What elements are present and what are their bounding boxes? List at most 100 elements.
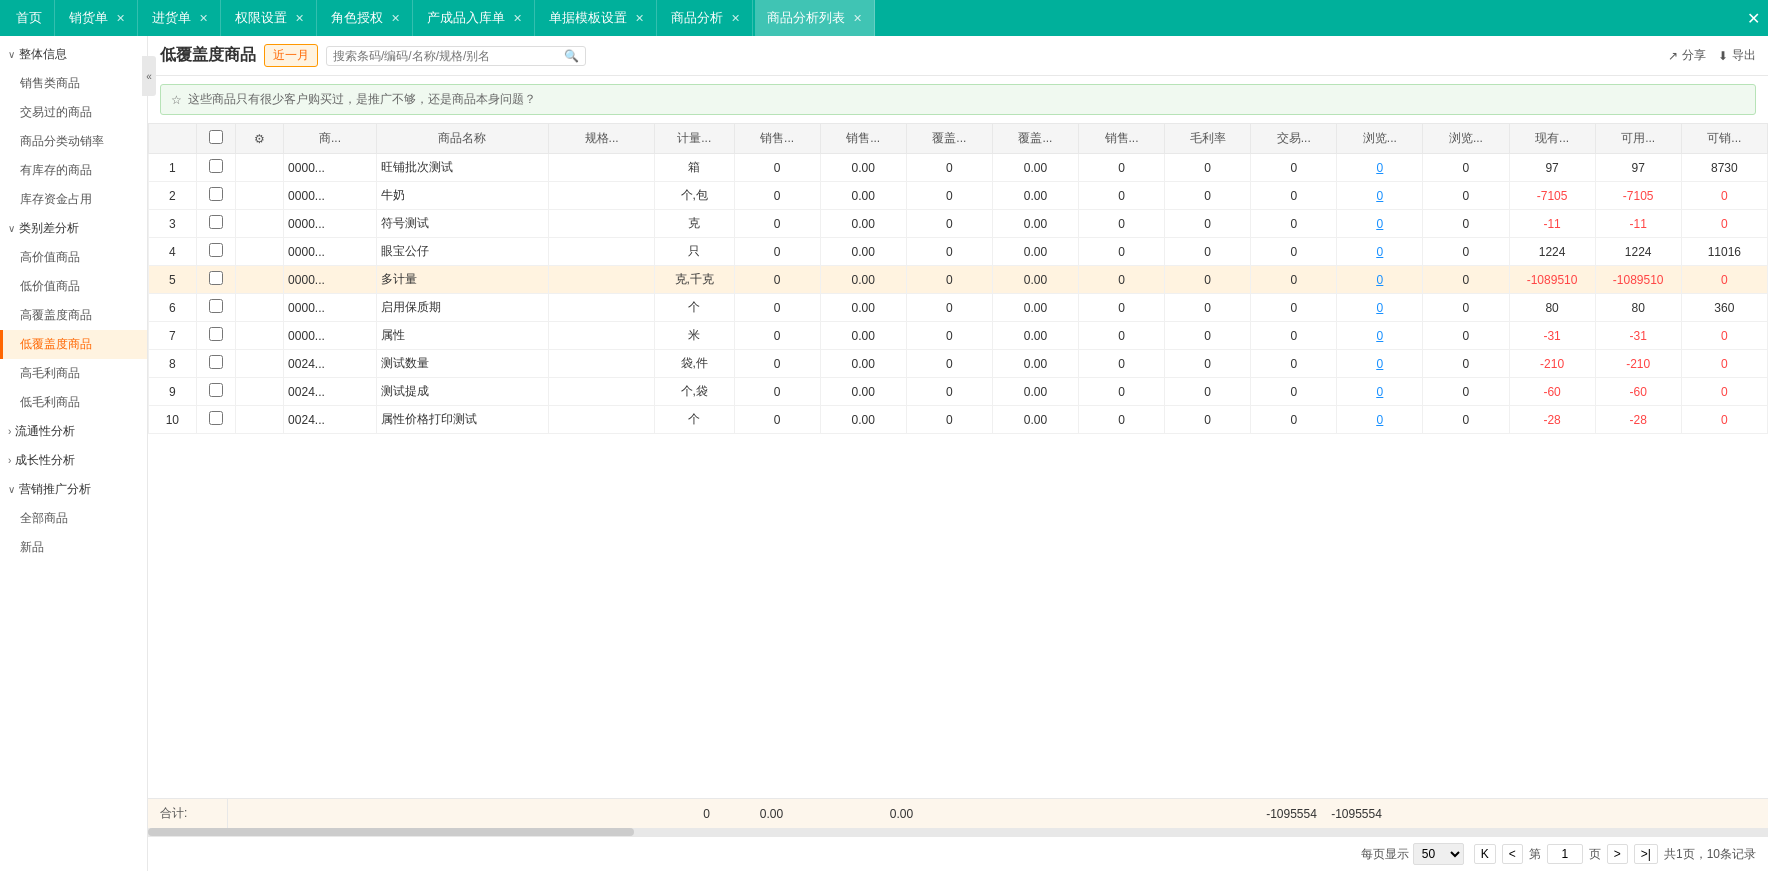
row-checkbox[interactable] bbox=[209, 215, 223, 229]
sidebar-item-all-goods[interactable]: 全部商品 bbox=[0, 504, 147, 533]
sidebar-item-high-profit[interactable]: 高毛利商品 bbox=[0, 359, 147, 388]
row-checkbox[interactable] bbox=[209, 187, 223, 201]
close-tab-permissions[interactable]: ✕ bbox=[295, 12, 304, 25]
col-cov1-header[interactable]: 覆盖... bbox=[906, 124, 992, 154]
sidebar-item-sales-rate[interactable]: 商品分类动销率 bbox=[0, 127, 147, 156]
col-checkbox[interactable] bbox=[196, 124, 236, 154]
cell-browse1[interactable]: 0 bbox=[1337, 350, 1423, 378]
col-trade-header[interactable]: 交易... bbox=[1251, 124, 1337, 154]
tab-templates[interactable]: 单据模板设置 ✕ bbox=[537, 0, 657, 36]
cell-browse1[interactable]: 0 bbox=[1337, 322, 1423, 350]
sidebar-item-high-coverage[interactable]: 高覆盖度商品 bbox=[0, 301, 147, 330]
row-checkbox[interactable] bbox=[209, 159, 223, 173]
row-checkbox[interactable] bbox=[209, 243, 223, 257]
cell-checkbox[interactable] bbox=[196, 406, 236, 434]
last-page-button[interactable]: >| bbox=[1634, 844, 1658, 864]
sidebar-section-category[interactable]: ∨ 类别差分析 bbox=[0, 214, 147, 243]
cell-browse1[interactable]: 0 bbox=[1337, 238, 1423, 266]
row-checkbox[interactable] bbox=[209, 299, 223, 313]
col-sales1-header[interactable]: 销售... bbox=[734, 124, 820, 154]
row-checkbox[interactable] bbox=[209, 411, 223, 425]
col-settings[interactable]: ⚙ bbox=[236, 124, 284, 154]
col-sales3-header[interactable]: 销售... bbox=[1078, 124, 1164, 154]
table-body: 1 0000... 旺铺批次测试 箱 0 0.00 0 0.00 0 0 0 0… bbox=[149, 154, 1768, 434]
horizontal-scrollbar[interactable] bbox=[148, 828, 1768, 836]
tab-permissions[interactable]: 权限设置 ✕ bbox=[223, 0, 317, 36]
share-button[interactable]: ↗ 分享 bbox=[1668, 47, 1706, 64]
col-unit-header[interactable]: 计量... bbox=[655, 124, 734, 154]
col-browse1-header[interactable]: 浏览... bbox=[1337, 124, 1423, 154]
scrollbar-thumb[interactable] bbox=[148, 828, 634, 836]
tab-analysis[interactable]: 商品分析 ✕ bbox=[659, 0, 753, 36]
row-checkbox[interactable] bbox=[209, 327, 223, 341]
col-browse2-header[interactable]: 浏览... bbox=[1423, 124, 1509, 154]
sidebar-item-inventory-goods[interactable]: 有库存的商品 bbox=[0, 156, 147, 185]
export-button[interactable]: ⬇ 导出 bbox=[1718, 47, 1756, 64]
col-cov2-header[interactable]: 覆盖... bbox=[992, 124, 1078, 154]
close-all-tabs[interactable]: ✕ bbox=[1747, 9, 1760, 28]
sidebar-section-overview[interactable]: ∨ 整体信息 bbox=[0, 40, 147, 69]
col-name-header[interactable]: 商品名称 bbox=[376, 124, 548, 154]
cell-checkbox[interactable] bbox=[196, 238, 236, 266]
cell-checkbox[interactable] bbox=[196, 266, 236, 294]
sidebar-item-high-value[interactable]: 高价值商品 bbox=[0, 243, 147, 272]
tab-home[interactable]: 首页 bbox=[4, 0, 55, 36]
per-page-select[interactable]: 50 100 200 bbox=[1413, 843, 1464, 865]
cell-checkbox[interactable] bbox=[196, 322, 236, 350]
col-code-header[interactable]: 商... bbox=[284, 124, 377, 154]
tab-sales[interactable]: 销货单 ✕ bbox=[57, 0, 138, 36]
sidebar-item-low-coverage[interactable]: 低覆盖度商品 bbox=[0, 330, 147, 359]
cell-checkbox[interactable] bbox=[196, 210, 236, 238]
tab-products[interactable]: 产成品入库单 ✕ bbox=[415, 0, 535, 36]
close-tab-sales[interactable]: ✕ bbox=[116, 12, 125, 25]
cell-browse1[interactable]: 0 bbox=[1337, 266, 1423, 294]
row-checkbox[interactable] bbox=[209, 383, 223, 397]
cell-browse1[interactable]: 0 bbox=[1337, 378, 1423, 406]
col-sales2-header[interactable]: 销售... bbox=[820, 124, 906, 154]
sidebar-section-marketing[interactable]: ∨ 营销推广分析 bbox=[0, 475, 147, 504]
close-tab-analysis-list[interactable]: ✕ bbox=[853, 12, 862, 25]
cell-browse1[interactable]: 0 bbox=[1337, 182, 1423, 210]
cell-browse1[interactable]: 0 bbox=[1337, 294, 1423, 322]
tab-purchase[interactable]: 进货单 ✕ bbox=[140, 0, 221, 36]
close-tab-purchase[interactable]: ✕ bbox=[199, 12, 208, 25]
search-icon[interactable]: 🔍 bbox=[564, 49, 579, 63]
col-available-header[interactable]: 可用... bbox=[1595, 124, 1681, 154]
prev-page-button[interactable]: < bbox=[1502, 844, 1523, 864]
close-tab-analysis[interactable]: ✕ bbox=[731, 12, 740, 25]
sidebar-item-traded-goods[interactable]: 交易过的商品 bbox=[0, 98, 147, 127]
sidebar-collapse-button[interactable]: « bbox=[142, 56, 156, 96]
tab-roles[interactable]: 角色授权 ✕ bbox=[319, 0, 413, 36]
cell-checkbox[interactable] bbox=[196, 154, 236, 182]
close-tab-roles[interactable]: ✕ bbox=[391, 12, 400, 25]
sidebar-item-low-value[interactable]: 低价值商品 bbox=[0, 272, 147, 301]
page-number-input[interactable] bbox=[1547, 844, 1583, 864]
search-input[interactable] bbox=[333, 49, 560, 63]
col-gross-header[interactable]: 毛利率 bbox=[1165, 124, 1251, 154]
sidebar-item-sales-goods[interactable]: 销售类商品 bbox=[0, 69, 147, 98]
close-tab-products[interactable]: ✕ bbox=[513, 12, 522, 25]
cell-checkbox[interactable] bbox=[196, 294, 236, 322]
sidebar-item-low-profit[interactable]: 低毛利商品 bbox=[0, 388, 147, 417]
row-checkbox[interactable] bbox=[209, 355, 223, 369]
cell-checkbox[interactable] bbox=[196, 378, 236, 406]
tab-analysis-list[interactable]: 商品分析列表 ✕ bbox=[755, 0, 875, 36]
cell-browse1[interactable]: 0 bbox=[1337, 406, 1423, 434]
cell-browse1[interactable]: 0 bbox=[1337, 154, 1423, 182]
first-page-button[interactable]: K bbox=[1474, 844, 1496, 864]
sidebar-section-flow[interactable]: › 流通性分析 bbox=[0, 417, 147, 446]
close-tab-templates[interactable]: ✕ bbox=[635, 12, 644, 25]
col-current-header[interactable]: 现有... bbox=[1509, 124, 1595, 154]
col-saleable-header[interactable]: 可销... bbox=[1681, 124, 1767, 154]
cell-checkbox[interactable] bbox=[196, 350, 236, 378]
col-spec-header[interactable]: 规格... bbox=[549, 124, 655, 154]
filter-recent-month-button[interactable]: 近一月 bbox=[264, 44, 318, 67]
select-all-checkbox[interactable] bbox=[209, 130, 223, 144]
next-page-button[interactable]: > bbox=[1607, 844, 1628, 864]
cell-browse1[interactable]: 0 bbox=[1337, 210, 1423, 238]
row-checkbox[interactable] bbox=[209, 271, 223, 285]
sidebar-section-growth[interactable]: › 成长性分析 bbox=[0, 446, 147, 475]
sidebar-item-new-goods[interactable]: 新品 bbox=[0, 533, 147, 562]
sidebar-item-capital[interactable]: 库存资金占用 bbox=[0, 185, 147, 214]
cell-checkbox[interactable] bbox=[196, 182, 236, 210]
